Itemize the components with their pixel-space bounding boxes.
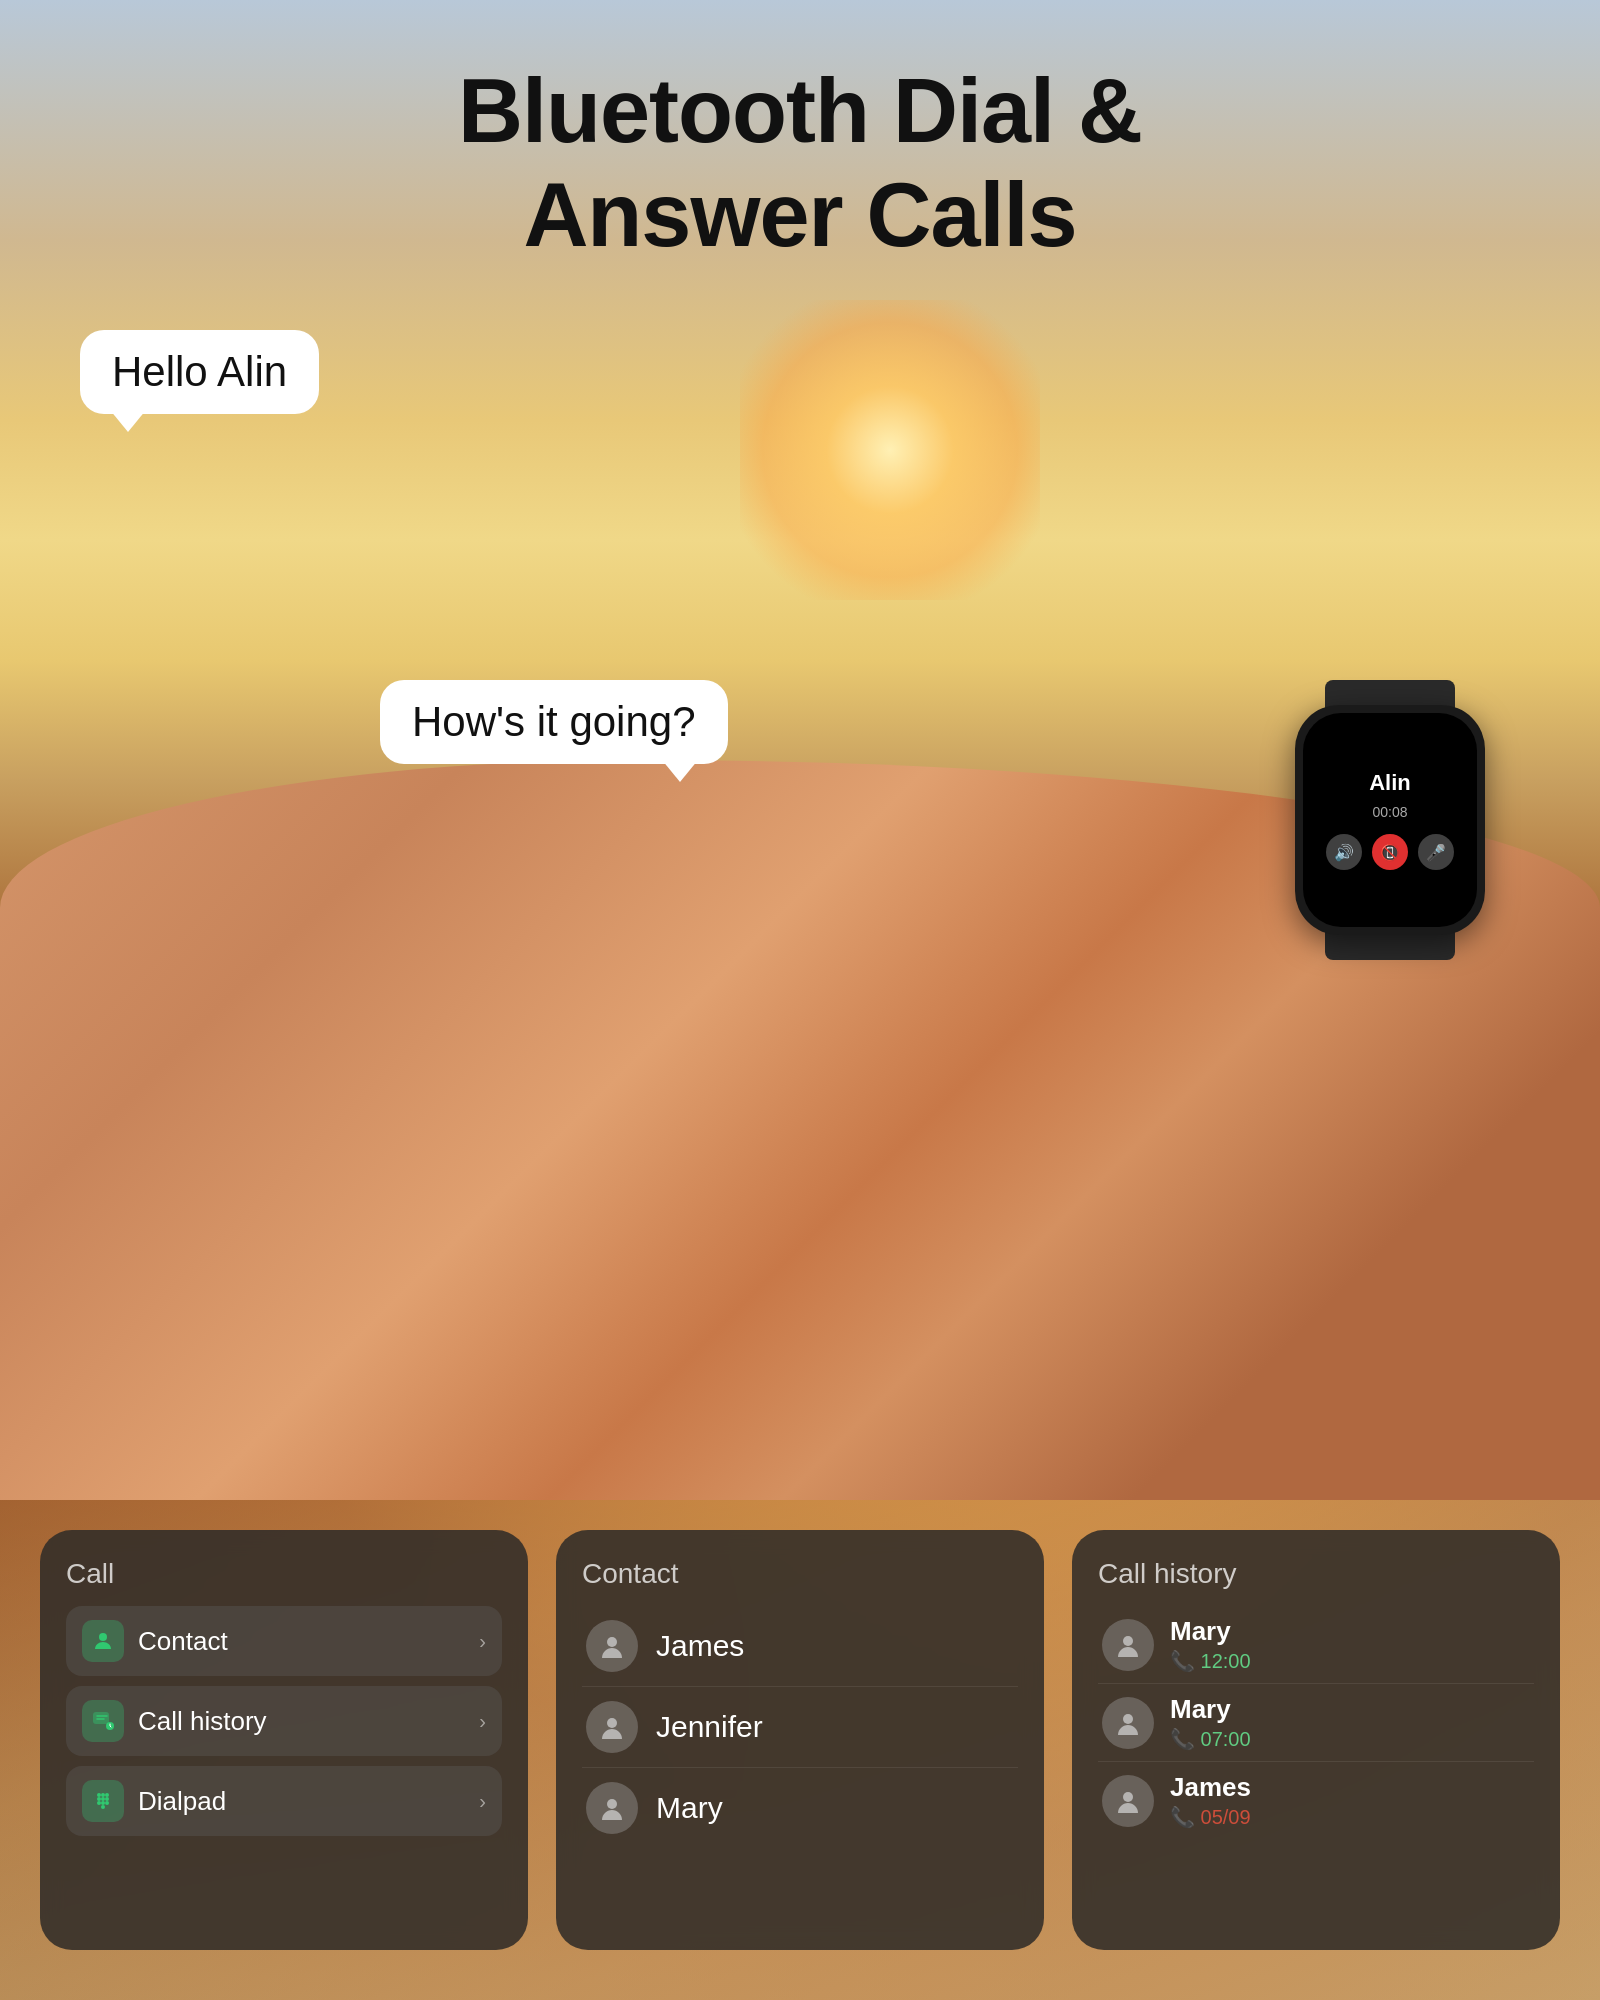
end-call-button[interactable]: 📵	[1372, 834, 1408, 870]
history-mary2-time: 📞 07:00	[1170, 1727, 1251, 1751]
title-line2: Answer Calls	[0, 164, 1600, 268]
missed-phone-icon: 📞	[1170, 1806, 1201, 1828]
svg-point-3	[97, 1793, 101, 1797]
james-avatar	[586, 1620, 638, 1672]
svg-point-13	[607, 1637, 617, 1647]
dialpad-label: Dialpad	[138, 1786, 465, 1817]
history-james-info: James 📞 05/09	[1170, 1772, 1251, 1829]
speech-bubble-right-text: How's it going?	[412, 698, 696, 745]
main-content: Bluetooth Dial & Answer Calls Hello Alin…	[0, 0, 1600, 2000]
history-mary1-avatar	[1102, 1619, 1154, 1671]
svg-point-8	[105, 1797, 109, 1801]
contact-mary[interactable]: Mary	[582, 1768, 1018, 1848]
call-panel-title: Call	[66, 1558, 502, 1590]
call-item-history[interactable]: Call history ›	[66, 1686, 502, 1756]
watch-contact-name: Alin	[1369, 770, 1411, 796]
dialpad-chevron: ›	[479, 1790, 486, 1813]
call-item-contact[interactable]: Contact ›	[66, 1606, 502, 1676]
watch-screen: Alin 00:08 🔊 📵 🎤	[1303, 713, 1477, 927]
speech-bubble-left-text: Hello Alin	[112, 348, 287, 395]
jennifer-name: Jennifer	[656, 1710, 763, 1744]
contact-icon	[82, 1620, 124, 1662]
james-name: James	[656, 1629, 744, 1663]
watch-body: Alin 00:08 🔊 📵 🎤	[1295, 705, 1485, 935]
history-james-time: 📞 05/09	[1170, 1805, 1251, 1829]
svg-point-7	[101, 1797, 105, 1801]
history-mary1-time: 📞 12:00	[1170, 1649, 1251, 1673]
svg-point-4	[101, 1793, 105, 1797]
history-james-name: James	[1170, 1772, 1251, 1803]
watch-call-buttons: 🔊 📵 🎤	[1326, 834, 1454, 870]
svg-point-18	[1123, 1792, 1133, 1802]
info-panels: Call Contact ›	[40, 1530, 1560, 1950]
call-item-dialpad[interactable]: Dialpad ›	[66, 1766, 502, 1836]
history-mary-2[interactable]: Mary 📞 07:00	[1098, 1684, 1534, 1762]
svg-point-16	[1123, 1636, 1133, 1646]
svg-point-6	[97, 1797, 101, 1801]
speech-bubble-left: Hello Alin	[80, 330, 319, 414]
history-mary1-name: Mary	[1170, 1616, 1251, 1647]
history-james[interactable]: James 📞 05/09	[1098, 1762, 1534, 1839]
mic-button[interactable]: 🎤	[1418, 834, 1454, 870]
svg-rect-1	[93, 1712, 109, 1724]
mary-avatar	[586, 1782, 638, 1834]
svg-point-5	[105, 1793, 109, 1797]
svg-point-9	[97, 1801, 101, 1805]
contact-label: Contact	[138, 1626, 465, 1657]
speaker-button[interactable]: 🔊	[1326, 834, 1362, 870]
incoming-phone-icon: 📞	[1170, 1650, 1201, 1672]
history-icon	[82, 1700, 124, 1742]
history-mary2-info: Mary 📞 07:00	[1170, 1694, 1251, 1751]
svg-point-17	[1123, 1714, 1133, 1724]
speech-bubble-right: How's it going?	[380, 680, 728, 764]
mary-name: Mary	[656, 1791, 723, 1825]
watch-timer: 00:08	[1372, 804, 1407, 820]
history-mary2-avatar	[1102, 1697, 1154, 1749]
call-panel: Call Contact ›	[40, 1530, 528, 1950]
svg-point-10	[101, 1801, 105, 1805]
history-mary2-name: Mary	[1170, 1694, 1251, 1725]
contact-james[interactable]: James	[582, 1606, 1018, 1687]
history-label: Call history	[138, 1706, 465, 1737]
svg-point-14	[607, 1718, 617, 1728]
history-chevron: ›	[479, 1710, 486, 1733]
svg-point-15	[607, 1799, 617, 1809]
incoming-phone-icon2: 📞	[1170, 1728, 1201, 1750]
history-mary-1[interactable]: Mary 📞 12:00	[1098, 1606, 1534, 1684]
page-title: Bluetooth Dial & Answer Calls	[0, 0, 1600, 267]
history-james-avatar	[1102, 1775, 1154, 1827]
contact-panel: Contact James Jennifer	[556, 1530, 1044, 1950]
dialpad-icon	[82, 1780, 124, 1822]
history-panel: Call history Mary 📞 12:00	[1072, 1530, 1560, 1950]
svg-point-12	[101, 1805, 105, 1809]
smartwatch: Alin 00:08 🔊 📵 🎤	[1280, 680, 1500, 950]
contact-panel-title: Contact	[582, 1558, 1018, 1590]
contact-chevron: ›	[479, 1630, 486, 1653]
history-mary1-info: Mary 📞 12:00	[1170, 1616, 1251, 1673]
svg-point-11	[105, 1801, 109, 1805]
history-panel-title: Call history	[1098, 1558, 1534, 1590]
svg-point-0	[99, 1633, 107, 1641]
title-line1: Bluetooth Dial &	[0, 60, 1600, 164]
contact-jennifer[interactable]: Jennifer	[582, 1687, 1018, 1768]
jennifer-avatar	[586, 1701, 638, 1753]
